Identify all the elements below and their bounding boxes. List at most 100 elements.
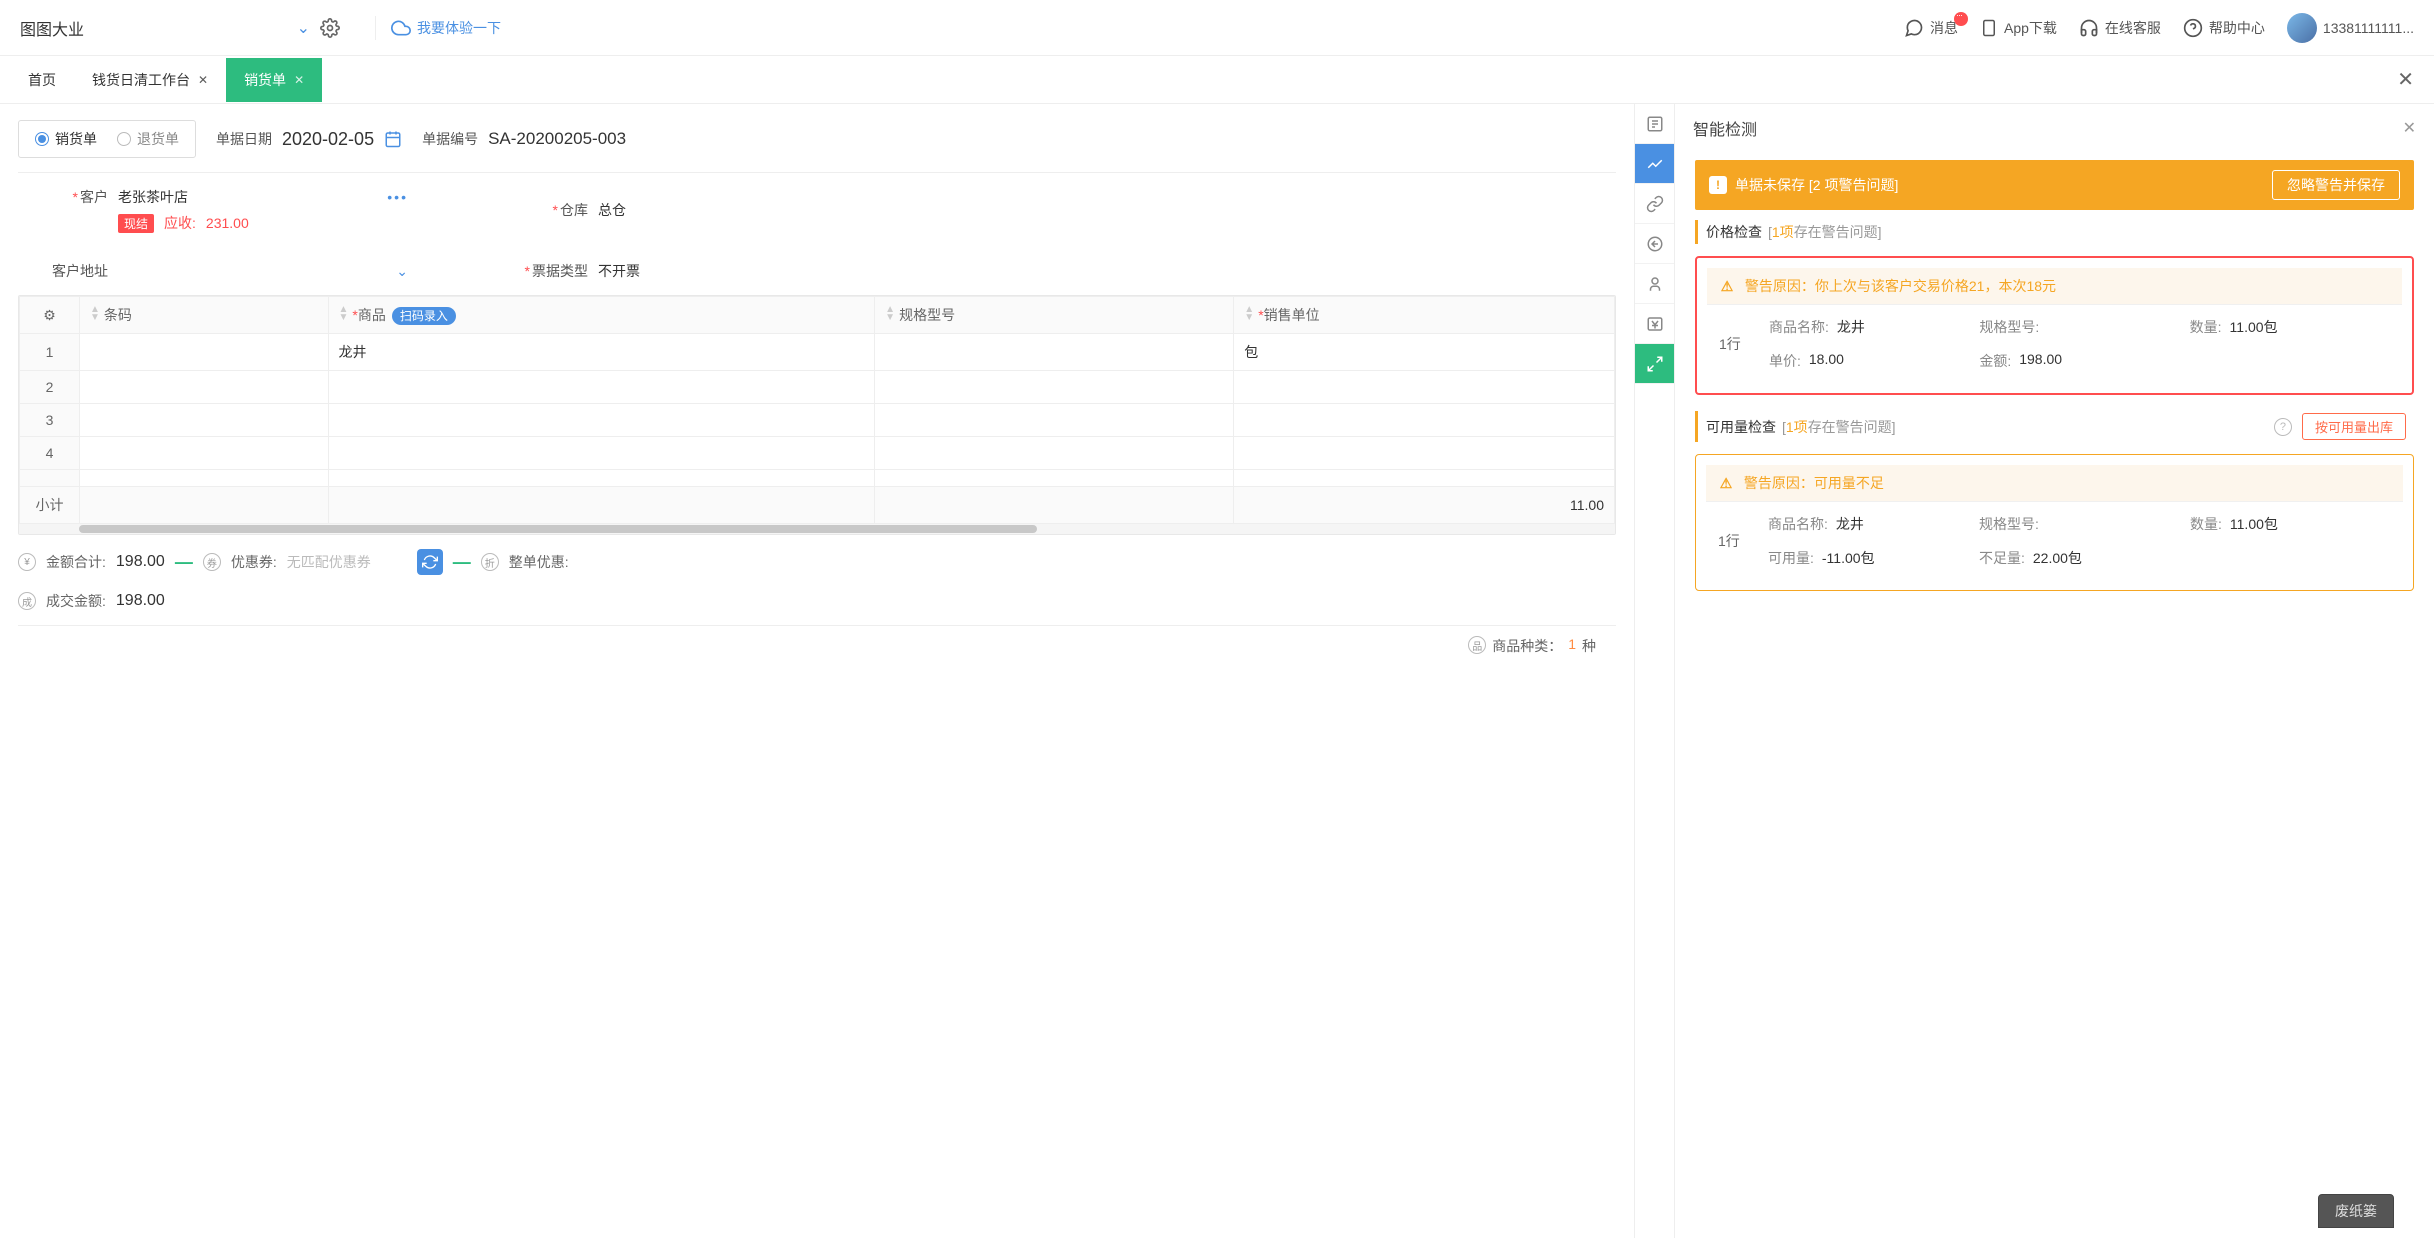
cell-unit[interactable]: 包 bbox=[1234, 334, 1615, 371]
help-label: 帮助中心 bbox=[2209, 18, 2265, 38]
price-detail-row: 1行 商品名称:龙井 规格型号: 数量:11.00包 单价:18.00 金额:1… bbox=[1707, 304, 2402, 383]
topbar: 图图大业 ⌄ 我要体验一下 消息 App下载 在线客服 bbox=[0, 0, 2434, 56]
receivable-label: 应收: bbox=[164, 213, 196, 233]
app-download-label: App下载 bbox=[2004, 18, 2057, 38]
phone-icon bbox=[1980, 18, 1998, 38]
date-field: 单据日期 2020-02-05 bbox=[216, 129, 402, 150]
scan-input-button[interactable]: 扫码录入 bbox=[392, 307, 456, 325]
side-expand-icon[interactable] bbox=[1635, 344, 1675, 384]
row-number: 1行 bbox=[1719, 317, 1759, 371]
deal-icon: 成 bbox=[18, 592, 36, 610]
message-button[interactable]: 消息 bbox=[1904, 18, 1958, 38]
avail-check-title: 可用量检查 [1项存在警告问题] ? 按可用量出库 bbox=[1695, 411, 2414, 442]
address-select[interactable]: ⌄ bbox=[118, 263, 408, 280]
currency-icon: ¥ bbox=[18, 553, 36, 571]
sku-icon: 品 bbox=[1468, 636, 1486, 654]
field-label: *客户 bbox=[18, 187, 108, 207]
table-row[interactable] bbox=[20, 470, 1615, 487]
side-chart-icon[interactable] bbox=[1635, 144, 1675, 184]
deal-value: 198.00 bbox=[116, 592, 165, 610]
settings-col-header[interactable]: ⚙ bbox=[20, 297, 80, 334]
doc-no-field: 单据编号 SA-20200205-003 bbox=[422, 129, 626, 149]
order-discount-label: 整单优惠: bbox=[509, 552, 569, 572]
spec-header[interactable]: ▲▼规格型号 bbox=[875, 297, 1234, 334]
refresh-coupon-button[interactable] bbox=[417, 549, 443, 575]
topbar-right: 消息 App下载 在线客服 帮助中心 13381111111... bbox=[1904, 13, 2414, 43]
close-icon[interactable]: ✕ bbox=[294, 73, 304, 87]
divider bbox=[375, 16, 376, 40]
doc-type-radio-group: 销货单 退货单 bbox=[18, 120, 196, 158]
online-service-button[interactable]: 在线客服 bbox=[2079, 18, 2161, 38]
close-all-tabs-button[interactable]: ✕ bbox=[2387, 67, 2424, 92]
table-row[interactable]: 3 bbox=[20, 404, 1615, 437]
amount-label: 金额合计: bbox=[46, 552, 106, 572]
close-panel-button[interactable]: ✕ bbox=[2403, 118, 2416, 138]
help-icon bbox=[2183, 18, 2203, 38]
avatar bbox=[2287, 13, 2317, 43]
coupon-placeholder[interactable]: 无匹配优惠券 bbox=[287, 552, 407, 572]
side-sync-icon[interactable] bbox=[1635, 224, 1675, 264]
try-experience-link[interactable]: 我要体验一下 bbox=[391, 18, 501, 38]
table-row[interactable]: 4 bbox=[20, 437, 1615, 470]
warehouse-select[interactable]: 总仓 bbox=[598, 200, 798, 220]
row-number: 1行 bbox=[1718, 514, 1758, 568]
ship-by-avail-button[interactable]: 按可用量出库 bbox=[2302, 413, 2406, 440]
more-icon[interactable]: ••• bbox=[387, 189, 408, 205]
unit-header[interactable]: ▲▼*销售单位 bbox=[1234, 297, 1615, 334]
product-header[interactable]: ▲▼*商品扫码录入 bbox=[328, 297, 875, 334]
warn-reason: ⚠ 警告原因：你上次与该客户交易价格21，本次18元 bbox=[1707, 268, 2402, 304]
price-check-block: ⚠ 警告原因：你上次与该客户交易价格21，本次18元 1行 商品名称:龙井 规格… bbox=[1695, 256, 2414, 395]
calendar-icon[interactable] bbox=[384, 130, 402, 148]
receivable-value: 231.00 bbox=[206, 215, 249, 231]
field-label: *仓库 bbox=[498, 200, 588, 220]
date-value[interactable]: 2020-02-05 bbox=[282, 129, 374, 150]
customer-select[interactable]: 老张茶叶店 ••• bbox=[118, 187, 408, 207]
chevron-down-icon: ⌄ bbox=[396, 263, 408, 280]
price-check-title: 价格检查 [1项存在警告问题] bbox=[1695, 220, 2414, 244]
footer: 品 商品种类： 1 种 bbox=[18, 625, 1616, 666]
tabs-bar: 首页 钱货日清工作台✕ 销货单 ✕ ✕ bbox=[0, 56, 2434, 104]
app-download-button[interactable]: App下载 bbox=[1980, 18, 2057, 38]
side-user-icon[interactable] bbox=[1635, 264, 1675, 304]
barcode-header[interactable]: ▲▼条码 bbox=[80, 297, 329, 334]
table-row[interactable]: 1龙井包 bbox=[20, 334, 1615, 371]
close-icon[interactable]: ✕ bbox=[198, 73, 208, 87]
message-icon bbox=[1904, 18, 1924, 38]
help-center-button[interactable]: 帮助中心 bbox=[2183, 18, 2265, 38]
invoice-type-select[interactable]: 不开票 bbox=[598, 261, 798, 281]
return-order-radio[interactable]: 退货单 bbox=[107, 125, 189, 153]
side-link-icon[interactable] bbox=[1635, 184, 1675, 224]
unread-badge bbox=[1954, 12, 1968, 26]
section-name: 可用量检查 bbox=[1706, 417, 1776, 437]
tab-label: 首页 bbox=[28, 70, 56, 90]
panel-body: ! 单据未保存 [2 项警告问题] 忽略警告并保存 价格检查 [1项存在警告问题… bbox=[1675, 152, 2434, 615]
section-count: 1项 bbox=[1786, 417, 1808, 437]
scroll-thumb[interactable] bbox=[79, 525, 1037, 533]
customer-address-field: 客户地址 ⌄ bbox=[18, 261, 408, 281]
subtotal-row: 小计11.00 bbox=[20, 487, 1615, 524]
sales-order-radio[interactable]: 销货单 bbox=[25, 125, 107, 153]
doc-no-label: 单据编号 bbox=[422, 129, 478, 149]
radio-dot bbox=[35, 132, 49, 146]
table-row[interactable]: 2 bbox=[20, 371, 1615, 404]
radio-dot bbox=[117, 132, 131, 146]
side-list-icon[interactable] bbox=[1635, 104, 1675, 144]
help-icon[interactable]: ? bbox=[2274, 418, 2292, 436]
invoice-type-field: *票据类型 不开票 bbox=[498, 261, 798, 281]
avail-detail-row: 1行 商品名称:龙井 规格型号: 数量:11.00包 可用量:-11.00包 不… bbox=[1706, 501, 2403, 580]
company-selector[interactable]: 图图大业 ⌄ bbox=[20, 16, 320, 40]
horizontal-scrollbar[interactable] bbox=[19, 524, 1615, 534]
gear-icon[interactable] bbox=[320, 18, 340, 38]
user-menu[interactable]: 13381111111... bbox=[2287, 13, 2414, 43]
trash-button[interactable]: 废纸篓 bbox=[2318, 1194, 2394, 1228]
ignore-save-button[interactable]: 忽略警告并保存 bbox=[2272, 170, 2400, 200]
tab-sales-order[interactable]: 销货单 ✕ bbox=[226, 58, 322, 102]
tab-label: 销货单 bbox=[244, 70, 286, 90]
subtotal-qty: 11.00 bbox=[1234, 487, 1615, 524]
cell-product[interactable]: 龙井 bbox=[328, 334, 875, 371]
settle-info: 现结 应收: 231.00 bbox=[118, 213, 408, 233]
tab-home[interactable]: 首页 bbox=[10, 58, 74, 102]
field-label: *票据类型 bbox=[498, 261, 588, 281]
tab-workbench[interactable]: 钱货日清工作台✕ bbox=[74, 58, 226, 102]
side-money-icon[interactable] bbox=[1635, 304, 1675, 344]
